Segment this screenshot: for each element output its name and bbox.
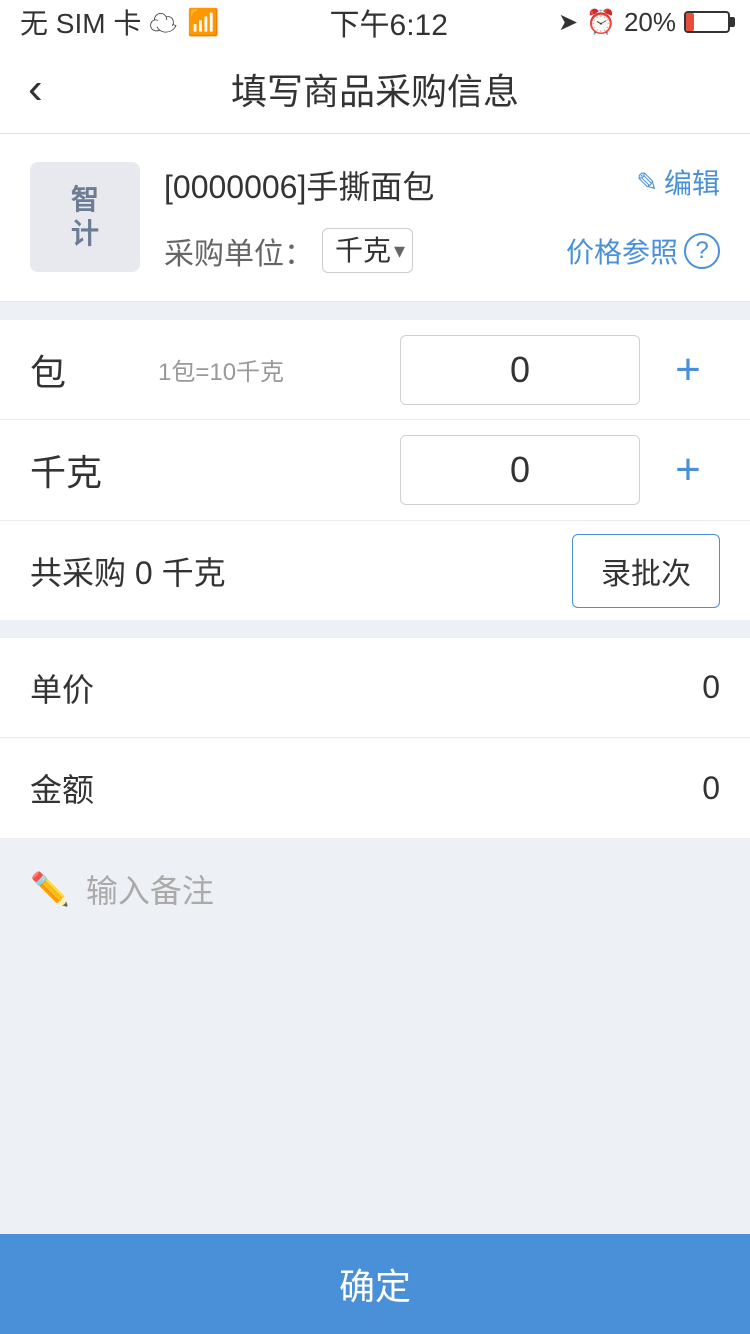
location-icon: ➤ <box>558 8 578 37</box>
amount-row: 金额 0 <box>0 738 750 838</box>
confirm-button-label: 确定 <box>339 1258 411 1310</box>
product-logo: 智 计 <box>71 183 99 250</box>
record-batch-button[interactable]: 录批次 <box>572 534 720 608</box>
bag-sub-label: 1包=10千克 <box>158 352 284 387</box>
bag-input-row: 包 1包=10千克 + <box>0 320 750 420</box>
section-divider-1 <box>0 302 750 320</box>
alarm-icon: ⏰ <box>586 8 616 37</box>
battery-percent: 20% <box>624 7 676 38</box>
bag-plus-button[interactable]: + <box>656 335 720 405</box>
unit-price-value: 0 <box>702 669 720 706</box>
unit-label: 采购单位： <box>164 229 314 273</box>
note-placeholder: 输入备注 <box>86 866 214 912</box>
page-title: 填写商品采购信息 <box>231 63 519 115</box>
question-icon: ? <box>684 233 720 269</box>
edit-button[interactable]: ✎ 编辑 <box>636 162 720 202</box>
price-section: 单价 0 金额 0 <box>0 638 750 838</box>
kg-quantity-input[interactable] <box>400 435 640 505</box>
wifi-icon: 📶 <box>187 7 219 38</box>
edit-label: 编辑 <box>664 162 720 202</box>
note-section[interactable]: ✏️ 输入备注 <box>0 838 750 940</box>
section-divider-2 <box>0 620 750 638</box>
sim-label: 无 SIM 卡 ☁ <box>20 2 177 42</box>
amount-value: 0 <box>702 770 720 807</box>
status-bar: 无 SIM 卡 ☁ 📶 下午6:12 ➤ ⏰ 20% <box>0 0 750 44</box>
unit-price-label: 单价 <box>30 665 94 711</box>
kg-label: 千克 <box>30 444 150 496</box>
unit-row: 采购单位： 千克 价格参照 ? <box>164 228 720 273</box>
product-name-row: [0000006]手撕面包 ✎ 编辑 <box>164 162 720 208</box>
back-button[interactable]: ‹ <box>28 64 43 114</box>
unit-price-row: 单价 0 <box>0 638 750 738</box>
status-left: 无 SIM 卡 ☁ 📶 <box>20 2 220 42</box>
summary-text: 共采购 0 千克 <box>30 548 226 594</box>
price-ref-label: 价格参照 <box>566 231 678 271</box>
summary-row: 共采购 0 千克 录批次 <box>0 520 750 620</box>
status-right: ➤ ⏰ 20% <box>558 7 730 38</box>
input-section: 包 1包=10千克 + 千克 + <box>0 320 750 520</box>
kg-plus-button[interactable]: + <box>656 435 720 505</box>
nav-bar: ‹ 填写商品采购信息 <box>0 44 750 134</box>
amount-label: 金额 <box>30 765 94 811</box>
product-card: 智 计 [0000006]手撕面包 ✎ 编辑 采购单位： 千克 价格参照 <box>0 134 750 302</box>
bag-label: 包 <box>30 344 150 396</box>
status-time: 下午6:12 <box>330 0 448 44</box>
kg-input-row: 千克 + <box>0 420 750 520</box>
confirm-button[interactable]: 确定 <box>0 1234 750 1334</box>
product-info: [0000006]手撕面包 ✎ 编辑 采购单位： 千克 价格参照 ? <box>164 162 720 273</box>
unit-select[interactable]: 千克 <box>322 228 413 273</box>
price-ref-button[interactable]: 价格参照 ? <box>566 231 720 271</box>
pencil-icon: ✏️ <box>30 870 70 908</box>
edit-icon: ✎ <box>636 167 658 198</box>
bag-quantity-input[interactable] <box>400 335 640 405</box>
product-thumbnail: 智 计 <box>30 162 140 272</box>
battery-icon <box>684 11 730 33</box>
product-name: [0000006]手撕面包 <box>164 162 434 208</box>
unit-select-wrap[interactable]: 千克 <box>322 228 413 273</box>
